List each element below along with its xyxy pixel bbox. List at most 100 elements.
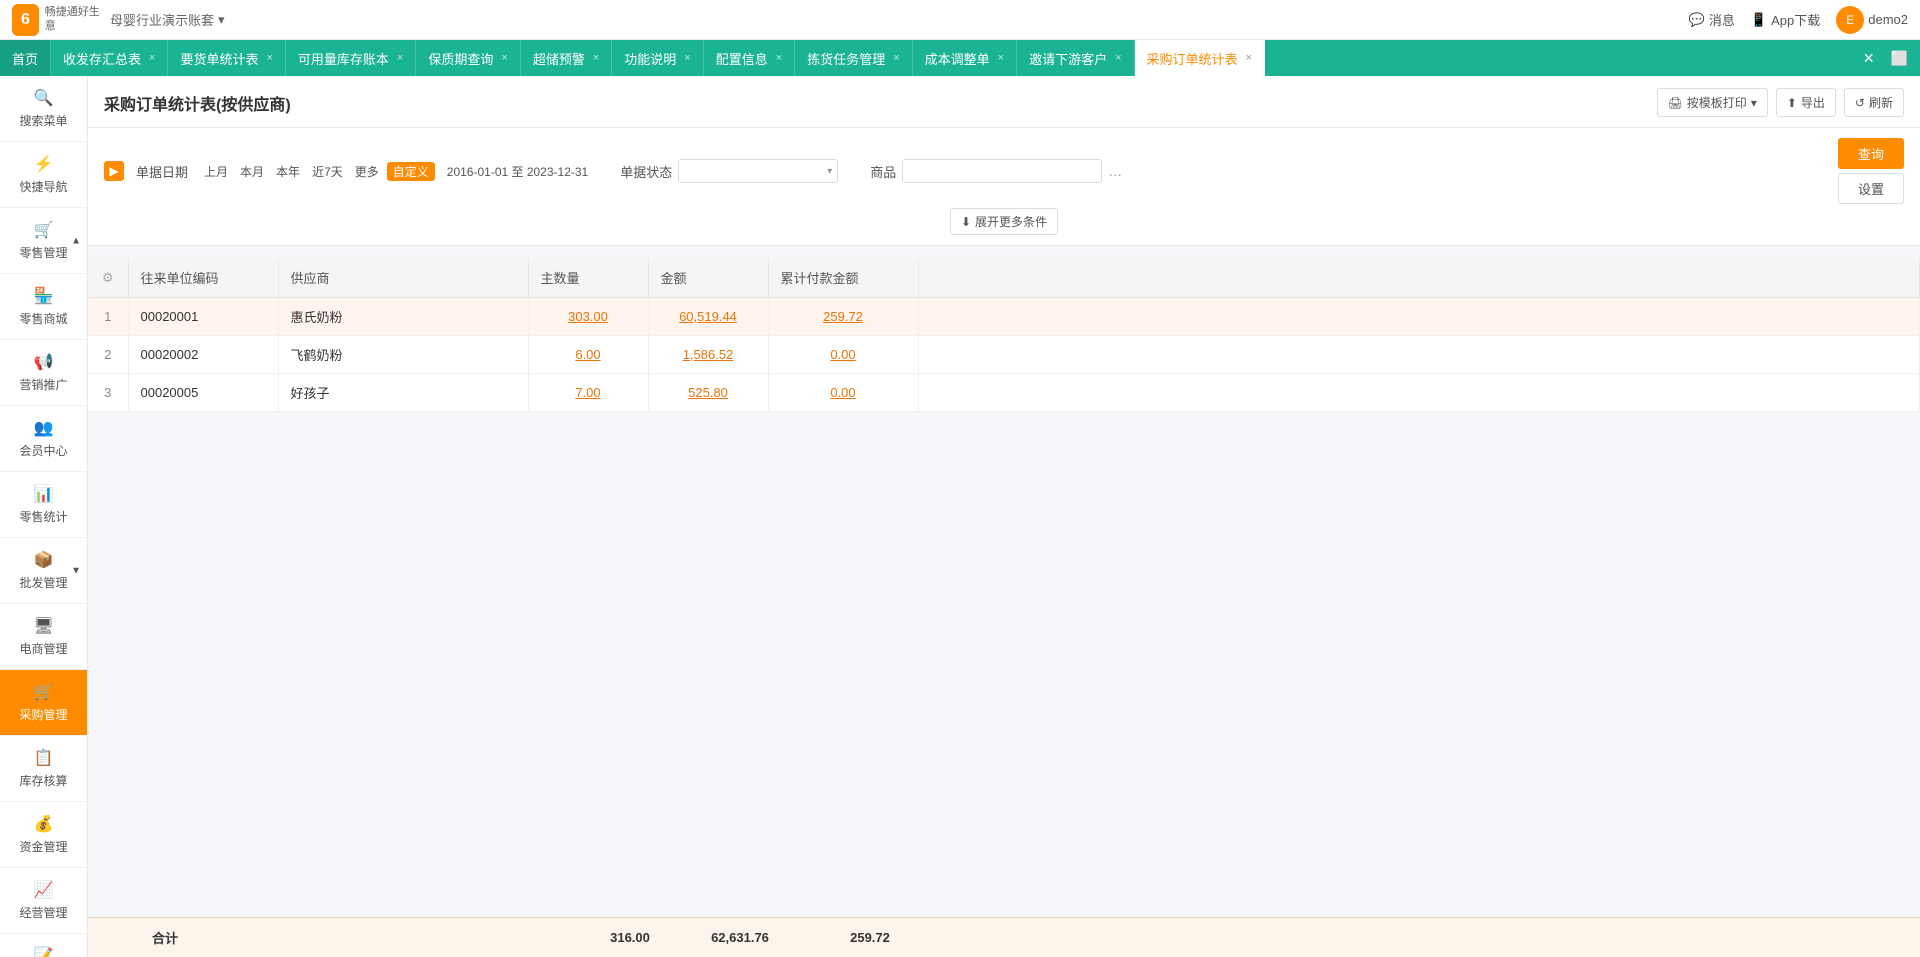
tab-purchase-summary[interactable]: 采购订单统计表 × — [1135, 40, 1265, 76]
cell-qty-1[interactable]: 303.00 — [528, 298, 648, 336]
col-paid-label: 累计付款金额 — [781, 271, 859, 286]
tab-config-info[interactable]: 配置信息 × — [704, 40, 795, 76]
paid-link-1[interactable]: 259.72 — [823, 309, 863, 324]
logo-area: 6 畅捷通好生意 — [12, 4, 100, 36]
sidebar-item-ecommerce[interactable]: 🖥 电商管理 — [0, 604, 87, 670]
maximize-btn[interactable]: ⬜ — [1887, 46, 1912, 71]
close-icon[interactable]: × — [397, 52, 403, 64]
sidebar-item-wholesale-mgmt[interactable]: 📦 批发管理 ▼ — [0, 538, 87, 604]
cell-paid-3[interactable]: 0.00 — [768, 374, 918, 412]
tab-cost-adjust[interactable]: 成本调整单 × — [913, 40, 1017, 76]
app-download-btn[interactable]: 📱 App下载 — [1751, 10, 1820, 29]
tab-order-stats[interactable]: 要货单统计表 × — [168, 40, 285, 76]
amount-link-3[interactable]: 525.80 — [688, 385, 728, 400]
tab-pick-task[interactable]: 拣货任务管理 × — [795, 40, 912, 76]
tab-expiry-query[interactable]: 保质期查询 × — [416, 40, 520, 76]
close-icon[interactable]: × — [776, 52, 782, 64]
print-button[interactable]: 🖨 按模板打印 ▾ — [1657, 88, 1768, 117]
close-icon[interactable]: × — [266, 52, 272, 64]
col-header-amount: 金额 — [648, 258, 768, 298]
close-icon[interactable]: × — [149, 52, 155, 64]
tab-invite-downstream[interactable]: 邀请下游客户 × — [1017, 40, 1134, 76]
user-menu[interactable]: E demo2 — [1836, 6, 1908, 34]
shortcut-this-month[interactable]: 本月 — [236, 161, 268, 182]
sidebar-item-marketing[interactable]: 📢 营销推广 — [0, 340, 87, 406]
sidebar: 🔍 搜索菜单 ⚡ 快捷导航 🛒 零售管理 ▲ 🏪 零售商城 📢 营销推广 👥 会… — [0, 76, 88, 957]
shortcut-this-year[interactable]: 本年 — [272, 161, 304, 182]
amount-link-2[interactable]: 1,586.52 — [683, 347, 734, 362]
tab-overstock-warning[interactable]: 超储预警 × — [521, 40, 612, 76]
retail-mall-icon: 🏪 — [34, 286, 54, 306]
qty-link-1[interactable]: 303.00 — [568, 309, 608, 324]
top-bar: 6 畅捷通好生意 母婴行业演示账套 ▾ 💬 消息 📱 App下载 E demo2 — [0, 0, 1920, 40]
qty-link-2[interactable]: 6.00 — [575, 347, 600, 362]
col-code-label: 往来单位编码 — [141, 271, 219, 286]
tab-receive-summary-label: 收发存汇总表 — [63, 49, 141, 68]
settings-button[interactable]: 设置 — [1838, 173, 1904, 204]
nav-controls: ✕ ⬜ — [1859, 46, 1920, 71]
expand-more-button[interactable]: ⬇ 展开更多条件 — [950, 208, 1058, 235]
user-name: demo2 — [1868, 12, 1908, 27]
cell-qty-3[interactable]: 7.00 — [528, 374, 648, 412]
paid-link-3[interactable]: 0.00 — [830, 385, 855, 400]
cell-paid-1[interactable]: 259.72 — [768, 298, 918, 336]
sidebar-item-retail-stats[interactable]: 📊 零售统计 — [0, 472, 87, 538]
sidebar-item-retail-mall[interactable]: 🏪 零售商城 — [0, 274, 87, 340]
tab-config-info-label: 配置信息 — [716, 49, 768, 68]
main-layout: 🔍 搜索菜单 ⚡ 快捷导航 🛒 零售管理 ▲ 🏪 零售商城 📢 营销推广 👥 会… — [0, 76, 1920, 957]
close-icon[interactable]: × — [593, 52, 599, 64]
amount-link-1[interactable]: 60,519.44 — [679, 309, 737, 324]
tab-home[interactable]: 首页 — [0, 40, 51, 76]
refresh-icon: ↺ — [1855, 96, 1865, 110]
paid-link-2[interactable]: 0.00 — [830, 347, 855, 362]
date-custom-tag[interactable]: 自定义 — [387, 162, 435, 181]
tab-function-desc[interactable]: 功能说明 × — [612, 40, 703, 76]
cell-amount-3[interactable]: 525.80 — [648, 374, 768, 412]
goods-more-icon[interactable]: … — [1108, 163, 1122, 179]
refresh-button[interactable]: ↺ 刷新 — [1844, 88, 1904, 117]
qty-link-3[interactable]: 7.00 — [575, 385, 600, 400]
retail-mgmt-icon: 🛒 — [34, 220, 54, 240]
shortcut-more[interactable]: 更多 — [351, 161, 383, 182]
close-icon[interactable]: × — [998, 52, 1004, 64]
sidebar-item-inventory[interactable]: 📋 库存核算 — [0, 736, 87, 802]
message-btn[interactable]: 💬 消息 — [1689, 10, 1735, 29]
sidebar-item-basic-info[interactable]: 📝 基础信息 — [0, 934, 87, 957]
sidebar-item-search[interactable]: 🔍 搜索菜单 — [0, 76, 87, 142]
sidebar-item-finance[interactable]: 💰 资金管理 — [0, 802, 87, 868]
sidebar-item-quicknav[interactable]: ⚡ 快捷导航 — [0, 142, 87, 208]
status-select[interactable] — [678, 159, 838, 183]
tab-cost-adjust-label: 成本调整单 — [925, 49, 990, 68]
query-button[interactable]: 查询 — [1838, 138, 1904, 169]
cell-amount-1[interactable]: 60,519.44 — [648, 298, 768, 336]
expand-more-icon: ⬇ — [961, 215, 971, 229]
shortcut-7days[interactable]: 近7天 — [308, 161, 347, 182]
sidebar-label-finance: 资金管理 — [19, 838, 67, 855]
cell-paid-2[interactable]: 0.00 — [768, 336, 918, 374]
cell-amount-2[interactable]: 1,586.52 — [648, 336, 768, 374]
filter-collapse-btn[interactable]: ▶ — [104, 161, 124, 181]
export-button[interactable]: ⬆ 导出 — [1776, 88, 1836, 117]
sidebar-item-member-center[interactable]: 👥 会员中心 — [0, 406, 87, 472]
member-center-icon: 👥 — [34, 418, 54, 438]
workspace-selector[interactable]: 母婴行业演示账套 ▾ — [110, 10, 1679, 29]
tab-inventory-book[interactable]: 可用量库存账本 × — [286, 40, 416, 76]
tab-receive-summary[interactable]: 收发存汇总表 × — [51, 40, 168, 76]
shortcut-last-month[interactable]: 上月 — [200, 161, 232, 182]
close-icon[interactable]: × — [1246, 52, 1252, 64]
sidebar-item-retail-mgmt[interactable]: 🛒 零售管理 ▲ — [0, 208, 87, 274]
column-settings-icon[interactable]: ⚙ — [102, 270, 114, 285]
goods-search-input[interactable] — [902, 159, 1102, 183]
filter-row-2: ⬇ 展开更多条件 — [104, 204, 1904, 235]
close-icon[interactable]: × — [1115, 52, 1121, 64]
sidebar-item-operation[interactable]: 📈 经营管理 — [0, 868, 87, 934]
close-icon[interactable]: × — [684, 52, 690, 64]
close-all-tabs-btn[interactable]: ✕ — [1859, 46, 1879, 71]
ecommerce-icon: 🖥 — [33, 616, 53, 636]
sidebar-label-retail-stats: 零售统计 — [19, 508, 67, 525]
close-icon[interactable]: × — [893, 52, 899, 64]
avatar: E — [1836, 6, 1864, 34]
cell-qty-2[interactable]: 6.00 — [528, 336, 648, 374]
close-icon[interactable]: × — [501, 52, 507, 64]
sidebar-item-purchase-mgmt[interactable]: 🛒 采购管理 — [0, 670, 87, 736]
